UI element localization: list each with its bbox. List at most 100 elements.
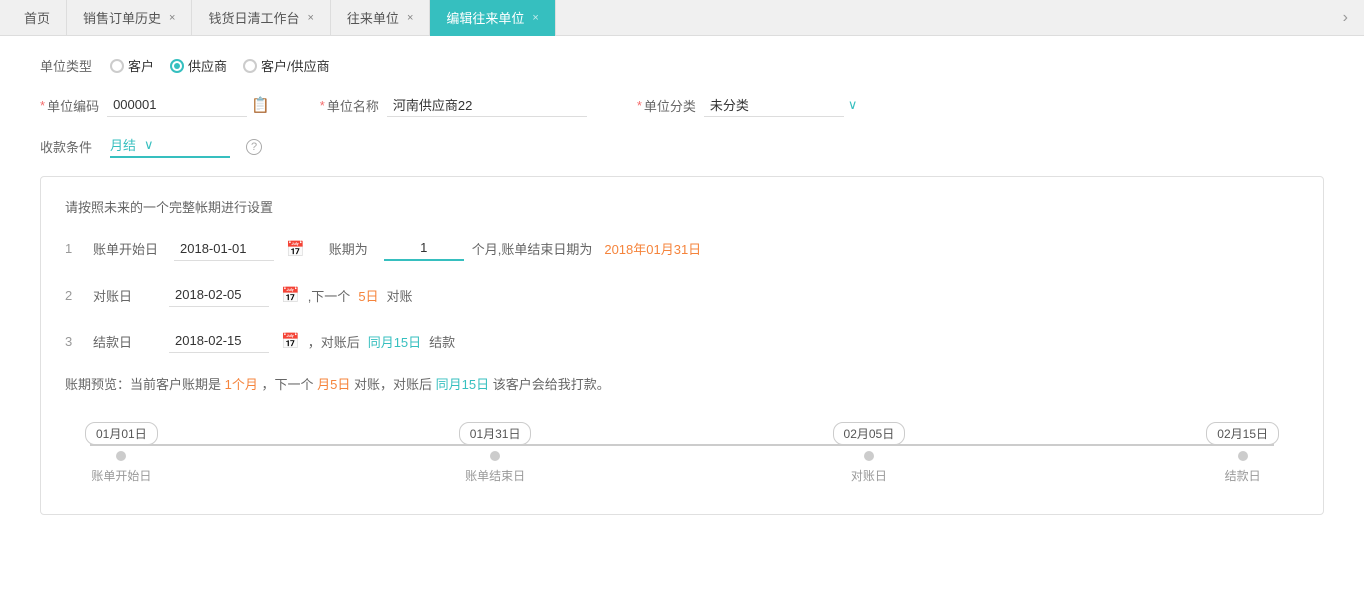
main-content: 单位类型 客户 供应商 客户/供应商 * 单位编码 📋 * 单位名称: [0, 36, 1364, 608]
payment-help-icon[interactable]: ?: [246, 139, 262, 155]
radio-customer[interactable]: 客户: [110, 56, 154, 75]
payment-value: 月结: [110, 135, 136, 154]
tab-cash-work[interactable]: 钱货日清工作台 ×: [192, 0, 330, 36]
radio-supplier-label: 供应商: [188, 56, 227, 75]
unit-type-row: 单位类型 客户 供应商 客户/供应商: [40, 56, 1324, 75]
row-2-desc-suffix: 对账: [387, 286, 413, 305]
preview-orange1: 1个月: [225, 377, 258, 392]
unit-name-star: *: [320, 98, 325, 113]
timeline-date-3: 02月05日: [833, 422, 906, 445]
row-1-label: 账单开始日: [93, 239, 158, 258]
timeline-label-1: 账单开始日: [91, 467, 151, 484]
row-1-num: 1: [65, 241, 85, 256]
timeline-container: 01月01日 账单开始日 01月31日 账单结束日 02月05日: [65, 412, 1299, 494]
row-2-desc-prefix: ,下一个: [308, 286, 351, 305]
unit-category-input[interactable]: [704, 93, 844, 117]
unit-type-label: 单位类型: [40, 56, 92, 75]
unit-code-label: 单位编码: [47, 96, 99, 115]
unit-category-label: 单位分类: [644, 96, 696, 115]
row-1-calendar-icon[interactable]: 📅: [286, 240, 305, 258]
settings-row-3: 3 结款日 📅 ，对账后 同月15日 结款: [65, 329, 1299, 353]
preview-row: 账期预览：当前客户账期是 1个月 ，下一个 月5日 对账，对账后 同月15日 该…: [65, 375, 1299, 396]
unit-info-row: * 单位编码 📋 * 单位名称 * 单位分类 ∨: [40, 93, 1324, 117]
timeline-label-4: 结款日: [1225, 467, 1261, 484]
preview-middle1: ，下一个: [262, 377, 314, 392]
row-1-date-input[interactable]: [174, 237, 274, 261]
timeline-dot-2: [490, 451, 500, 461]
settings-title: 请按照未来的一个完整帐期进行设置: [65, 197, 1299, 216]
row-2-num: 2: [65, 288, 85, 303]
close-cash-work-icon[interactable]: ×: [307, 12, 313, 24]
row-1-period-label: 账期为: [329, 239, 368, 258]
preview-prefix: 账期预览：当前客户账期是: [65, 377, 221, 392]
row-3-desc-suffix: 结款: [429, 332, 455, 351]
tab-bar: 首页 销售订单历史 × 钱货日清工作台 × 往来单位 × 编辑往来单位 × ›: [0, 0, 1364, 36]
tab-home[interactable]: 首页: [8, 0, 67, 36]
row-2-desc-orange: 5日: [358, 286, 378, 305]
timeline-dot-4: [1238, 451, 1248, 461]
settings-box: 请按照未来的一个完整帐期进行设置 1 账单开始日 📅 账期为 个月,账单结束日期…: [40, 176, 1324, 515]
payment-label: 收款条件: [40, 137, 92, 156]
row-2-calendar-icon[interactable]: 📅: [281, 286, 300, 304]
row-3-label: 结款日: [93, 332, 153, 351]
close-edit-partner-icon[interactable]: ×: [532, 12, 538, 24]
preview-orange2: 月5日: [317, 377, 350, 392]
tab-cash-work-label: 钱货日清工作台: [208, 8, 299, 27]
radio-group: 客户 供应商 客户/供应商: [110, 56, 330, 75]
unit-code-group: * 单位编码 📋: [40, 93, 270, 117]
row-1-period-end: 2018年01月31日: [604, 239, 701, 258]
tab-expand-icon[interactable]: ›: [1335, 9, 1356, 27]
row-3-date-input[interactable]: [169, 329, 269, 353]
timeline-label-3: 对账日: [851, 467, 887, 484]
tab-home-label: 首页: [24, 8, 50, 27]
radio-customer-supplier-circle: [243, 59, 257, 73]
tab-edit-partner-label: 编辑往来单位: [446, 8, 524, 27]
row-3-desc-prefix: ，对账后: [308, 332, 360, 351]
unit-code-copy-icon[interactable]: 📋: [251, 96, 270, 114]
timeline-date-4: 02月15日: [1206, 422, 1279, 445]
close-sales-history-icon[interactable]: ×: [169, 12, 175, 24]
tab-edit-partner[interactable]: 编辑往来单位 ×: [430, 0, 555, 36]
radio-supplier[interactable]: 供应商: [170, 56, 227, 75]
radio-customer-supplier-label: 客户/供应商: [261, 56, 330, 75]
unit-name-label: 单位名称: [327, 96, 379, 115]
close-partner-unit-icon[interactable]: ×: [407, 12, 413, 24]
row-3-desc-teal: 同月15日: [368, 332, 421, 351]
radio-supplier-circle: [170, 59, 184, 73]
row-1-period-unit: 个月,账单结束日期为: [472, 239, 593, 258]
settings-row-1: 1 账单开始日 📅 账期为 个月,账单结束日期为 2018年01月31日: [65, 236, 1299, 261]
timeline-dot-3: [864, 451, 874, 461]
preview-middle2: 对账，对账后: [354, 377, 432, 392]
preview-teal: 同月15日: [436, 377, 489, 392]
preview-suffix: 该客户会给我打款。: [493, 377, 610, 392]
row-3-calendar-icon[interactable]: 📅: [281, 332, 300, 350]
row-2-date-input[interactable]: [169, 283, 269, 307]
tab-partner-unit[interactable]: 往来单位 ×: [331, 0, 430, 36]
tab-sales-history[interactable]: 销售订单历史 ×: [67, 0, 192, 36]
tab-partner-unit-label: 往来单位: [347, 8, 399, 27]
timeline-node-2: 01月31日 账单结束日: [459, 422, 532, 484]
timeline-node-3: 02月05日 对账日: [833, 422, 906, 484]
timeline-dot-1: [116, 451, 126, 461]
row-2-label: 对账日: [93, 286, 153, 305]
tab-sales-history-label: 销售订单历史: [83, 8, 161, 27]
timeline-node-4: 02月15日 结款日: [1206, 422, 1279, 484]
radio-customer-circle: [110, 59, 124, 73]
unit-name-input[interactable]: [387, 93, 587, 117]
radio-customer-label: 客户: [128, 56, 154, 75]
unit-category-star: *: [637, 98, 642, 113]
timeline-node-1: 01月01日 账单开始日: [85, 422, 158, 484]
unit-name-group: * 单位名称: [320, 93, 587, 117]
unit-category-dropdown-icon[interactable]: ∨: [848, 97, 858, 113]
row-1-period-input[interactable]: [384, 236, 464, 261]
timeline-date-1: 01月01日: [85, 422, 158, 445]
unit-code-star: *: [40, 98, 45, 113]
timeline-date-2: 01月31日: [459, 422, 532, 445]
unit-code-input[interactable]: [107, 93, 247, 117]
payment-dropdown-icon[interactable]: ∨: [144, 137, 154, 153]
settings-row-2: 2 对账日 📅 ,下一个 5日 对账: [65, 283, 1299, 307]
radio-customer-supplier[interactable]: 客户/供应商: [243, 56, 330, 75]
unit-category-group: * 单位分类 ∨: [637, 93, 858, 117]
payment-select[interactable]: 月结 ∨: [110, 135, 230, 158]
timeline-label-2: 账单结束日: [465, 467, 525, 484]
